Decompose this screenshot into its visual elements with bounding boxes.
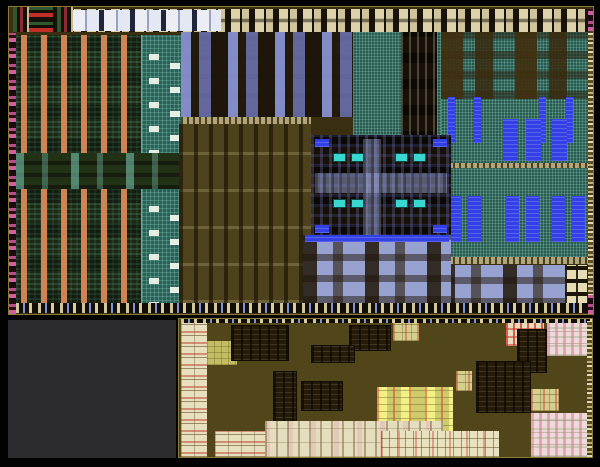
small-chipset-die bbox=[178, 318, 593, 458]
cluster-blue-corner bbox=[315, 139, 329, 147]
gpu-sram-square bbox=[552, 119, 567, 161]
right-edge-seal-ring bbox=[588, 9, 594, 314]
uncore-striped-array bbox=[179, 124, 311, 303]
cluster-v-band bbox=[363, 139, 381, 235]
gpu-tick-strip bbox=[441, 257, 588, 264]
top-edge-ticks bbox=[181, 319, 592, 323]
core-mid-logic-band bbox=[16, 153, 189, 189]
backdrop-panel bbox=[8, 320, 176, 458]
gpu-sram-pair bbox=[552, 196, 565, 242]
gpu-sram-pair bbox=[506, 196, 519, 242]
cluster-blue-corner bbox=[315, 225, 329, 233]
gpu-row-seam bbox=[441, 163, 588, 168]
gpu-front-end-band bbox=[441, 29, 588, 99]
right-edge-pink-top bbox=[588, 9, 594, 31]
khaki-cell-block bbox=[531, 389, 559, 411]
khaki-cell-block bbox=[456, 371, 472, 391]
sram-row bbox=[311, 345, 355, 363]
gpu-sram-bar bbox=[566, 97, 573, 143]
cpu-core-pair-top bbox=[16, 35, 142, 153]
cluster-cyan-sram bbox=[333, 153, 346, 162]
chip-package-die-photo bbox=[0, 0, 600, 467]
uncore-logic-block bbox=[181, 29, 353, 117]
cluster-cyan-sram bbox=[395, 199, 408, 208]
bottom-cell-row bbox=[381, 431, 499, 457]
cluster-cyan-sram bbox=[333, 199, 346, 208]
gpu-sram-pair bbox=[468, 196, 481, 242]
large-soc-die bbox=[8, 6, 594, 315]
bottom-left-pad-rows bbox=[215, 431, 265, 457]
array-header-strip bbox=[181, 117, 311, 124]
gpu-sram-pair bbox=[526, 196, 539, 242]
center-dark-column bbox=[401, 31, 437, 141]
gpu-sram-square bbox=[526, 119, 541, 161]
cluster-blue-corner bbox=[433, 225, 447, 233]
right-edge-seal-ring bbox=[587, 321, 593, 457]
right-edge-pink-bottom bbox=[588, 295, 594, 314]
sram-bank bbox=[349, 325, 391, 351]
sram-bank bbox=[301, 381, 343, 411]
gpu-bottom-logic bbox=[441, 265, 565, 305]
analog-block-bottom-right bbox=[531, 413, 589, 457]
bottom-io-pad-ring bbox=[16, 303, 588, 313]
sram-bank bbox=[231, 325, 289, 361]
corner-fiducial-cells bbox=[29, 7, 53, 32]
gpu-sram-bar bbox=[474, 97, 481, 143]
cluster-cyan-sram bbox=[413, 199, 426, 208]
left-io-pad-column bbox=[181, 323, 207, 457]
top-white-pads bbox=[73, 10, 221, 31]
io-pad-grid-bottom-right bbox=[565, 265, 588, 305]
gpu-sram-pair bbox=[572, 196, 585, 242]
khaki-cell-block bbox=[393, 323, 419, 341]
cluster-cyan-sram bbox=[395, 153, 408, 162]
gpu-sram-square bbox=[503, 119, 518, 161]
cluster-blue-corner bbox=[433, 139, 447, 147]
south-blue-strip bbox=[305, 235, 449, 242]
sram-bank-center bbox=[476, 361, 531, 413]
cluster-cyan-sram bbox=[413, 153, 426, 162]
south-logic-block bbox=[303, 235, 451, 303]
analog-block-top-right bbox=[547, 320, 591, 356]
cpu-core-pair-bottom bbox=[16, 189, 142, 305]
cluster-cyan-sram bbox=[351, 199, 364, 208]
left-edge-seal-ring bbox=[9, 33, 16, 314]
cluster-h-band bbox=[315, 173, 447, 193]
cluster-cyan-sram bbox=[351, 153, 364, 162]
